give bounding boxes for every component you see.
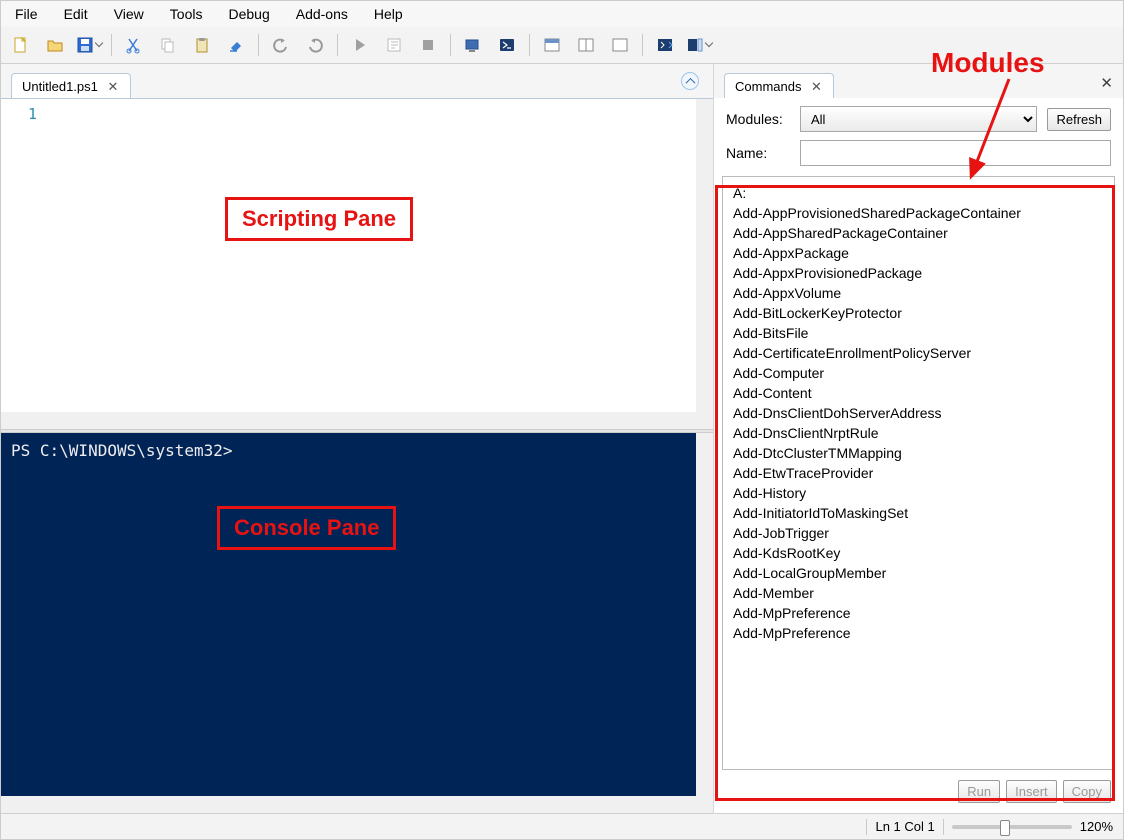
close-tab-icon[interactable]: ✕ [106, 80, 120, 94]
menu-debug[interactable]: Debug [222, 4, 275, 24]
command-list-item[interactable]: Add-CertificateEnrollmentPolicyServer [727, 343, 1110, 363]
cut-button[interactable] [120, 31, 148, 59]
command-list-item[interactable]: Add-MpPreference [727, 603, 1110, 623]
menu-file[interactable]: File [9, 4, 44, 24]
command-list-item[interactable]: Add-DnsClientDohServerAddress [727, 403, 1110, 423]
command-list-item[interactable]: Add-DnsClientNrptRule [727, 423, 1110, 443]
powershell-button[interactable] [493, 31, 521, 59]
editor-tab[interactable]: Untitled1.ps1 ✕ [11, 73, 131, 98]
open-file-button[interactable] [41, 31, 69, 59]
command-list-item[interactable]: Add-BitLockerKeyProtector [727, 303, 1110, 323]
refresh-button[interactable]: Refresh [1047, 108, 1111, 131]
save-button[interactable] [75, 31, 103, 59]
new-file-button[interactable] [7, 31, 35, 59]
command-list-item[interactable]: Add-InitiatorIdToMaskingSet [727, 503, 1110, 523]
status-bar: Ln 1 Col 1 120% [1, 813, 1123, 839]
copy-command-button[interactable]: Copy [1063, 780, 1111, 803]
command-list-item[interactable]: Add-Computer [727, 363, 1110, 383]
command-list-item[interactable]: Add-MpPreference [727, 623, 1110, 643]
modules-label: Modules: [726, 111, 790, 127]
command-list-item[interactable]: Add-AppxPackage [727, 243, 1110, 263]
command-list-item[interactable]: Add-BitsFile [727, 323, 1110, 343]
command-list-item[interactable]: Add-History [727, 483, 1110, 503]
command-list-item[interactable]: Add-DtcClusterTMMapping [727, 443, 1110, 463]
show-script-pane-button[interactable] [651, 31, 679, 59]
command-list-item[interactable]: Add-EtwTraceProvider [727, 463, 1110, 483]
commands-tab[interactable]: Commands ✕ [724, 73, 834, 98]
zoom-slider[interactable] [952, 825, 1072, 829]
insert-command-button[interactable]: Insert [1006, 780, 1057, 803]
menu-view[interactable]: View [108, 4, 150, 24]
menu-add-ons[interactable]: Add-ons [290, 4, 354, 24]
console-pane[interactable]: PS C:\WINDOWS\system32> [1, 433, 713, 813]
menu-edit[interactable]: Edit [58, 4, 94, 24]
run-button[interactable] [346, 31, 374, 59]
undo-button[interactable] [267, 31, 295, 59]
editor-tab-strip: Untitled1.ps1 ✕ [1, 64, 713, 98]
toolbar [1, 27, 1123, 64]
close-panel-icon[interactable]: ✕ [1100, 74, 1113, 92]
script-pane[interactable]: 1 [1, 98, 713, 429]
line-gutter: 1 [1, 99, 47, 429]
command-list-item[interactable]: Add-AppProvisionedSharedPackageContainer [727, 203, 1110, 223]
command-list-item[interactable]: Add-AppxProvisionedPackage [727, 263, 1110, 283]
command-list[interactable]: A:Add-AppProvisionedSharedPackageContain… [723, 177, 1114, 769]
clear-button[interactable] [222, 31, 250, 59]
run-selection-button[interactable] [380, 31, 408, 59]
modules-dropdown[interactable]: All [800, 106, 1037, 132]
console-scrollbar-horizontal[interactable] [1, 796, 713, 813]
name-input[interactable] [800, 140, 1111, 166]
copy-button[interactable] [154, 31, 182, 59]
command-list-item[interactable]: Add-JobTrigger [727, 523, 1110, 543]
cursor-position: Ln 1 Col 1 [875, 819, 934, 834]
command-list-item[interactable]: Add-KdsRootKey [727, 543, 1110, 563]
code-editor[interactable] [47, 99, 713, 429]
console-prompt: PS C:\WINDOWS\system32> [11, 441, 233, 460]
command-list-item[interactable]: Add-AppSharedPackageContainer [727, 223, 1110, 243]
paste-button[interactable] [188, 31, 216, 59]
redo-button[interactable] [301, 31, 329, 59]
menu-tools[interactable]: Tools [164, 4, 209, 24]
zoom-level: 120% [1080, 819, 1113, 834]
layout-split-button[interactable] [572, 31, 600, 59]
command-list-item[interactable]: Add-AppxVolume [727, 283, 1110, 303]
show-command-addon-button[interactable] [685, 31, 713, 59]
script-scrollbar-vertical[interactable] [696, 99, 713, 429]
remote-button[interactable] [459, 31, 487, 59]
console-scrollbar-vertical[interactable] [696, 433, 713, 796]
commands-tab-title: Commands [735, 79, 801, 94]
name-label: Name: [726, 145, 790, 161]
run-command-button[interactable]: Run [958, 780, 1000, 803]
menu-bar: File Edit View Tools Debug Add-ons Help [1, 1, 1123, 27]
editor-tab-title: Untitled1.ps1 [22, 79, 98, 94]
stop-button[interactable] [414, 31, 442, 59]
layout-max-button[interactable] [606, 31, 634, 59]
command-list-item[interactable]: Add-Content [727, 383, 1110, 403]
command-list-item[interactable]: Add-Member [727, 583, 1110, 603]
close-commands-tab-icon[interactable]: ✕ [809, 80, 823, 94]
tab-overflow-icon[interactable] [681, 72, 699, 90]
commands-panel: Commands ✕ ✕ Modules: All Refresh Name: … [713, 64, 1123, 813]
command-list-item[interactable]: A: [727, 183, 1110, 203]
menu-help[interactable]: Help [368, 4, 409, 24]
script-scrollbar-horizontal[interactable] [1, 412, 696, 429]
command-list-item[interactable]: Add-LocalGroupMember [727, 563, 1110, 583]
layout-right-button[interactable] [538, 31, 566, 59]
